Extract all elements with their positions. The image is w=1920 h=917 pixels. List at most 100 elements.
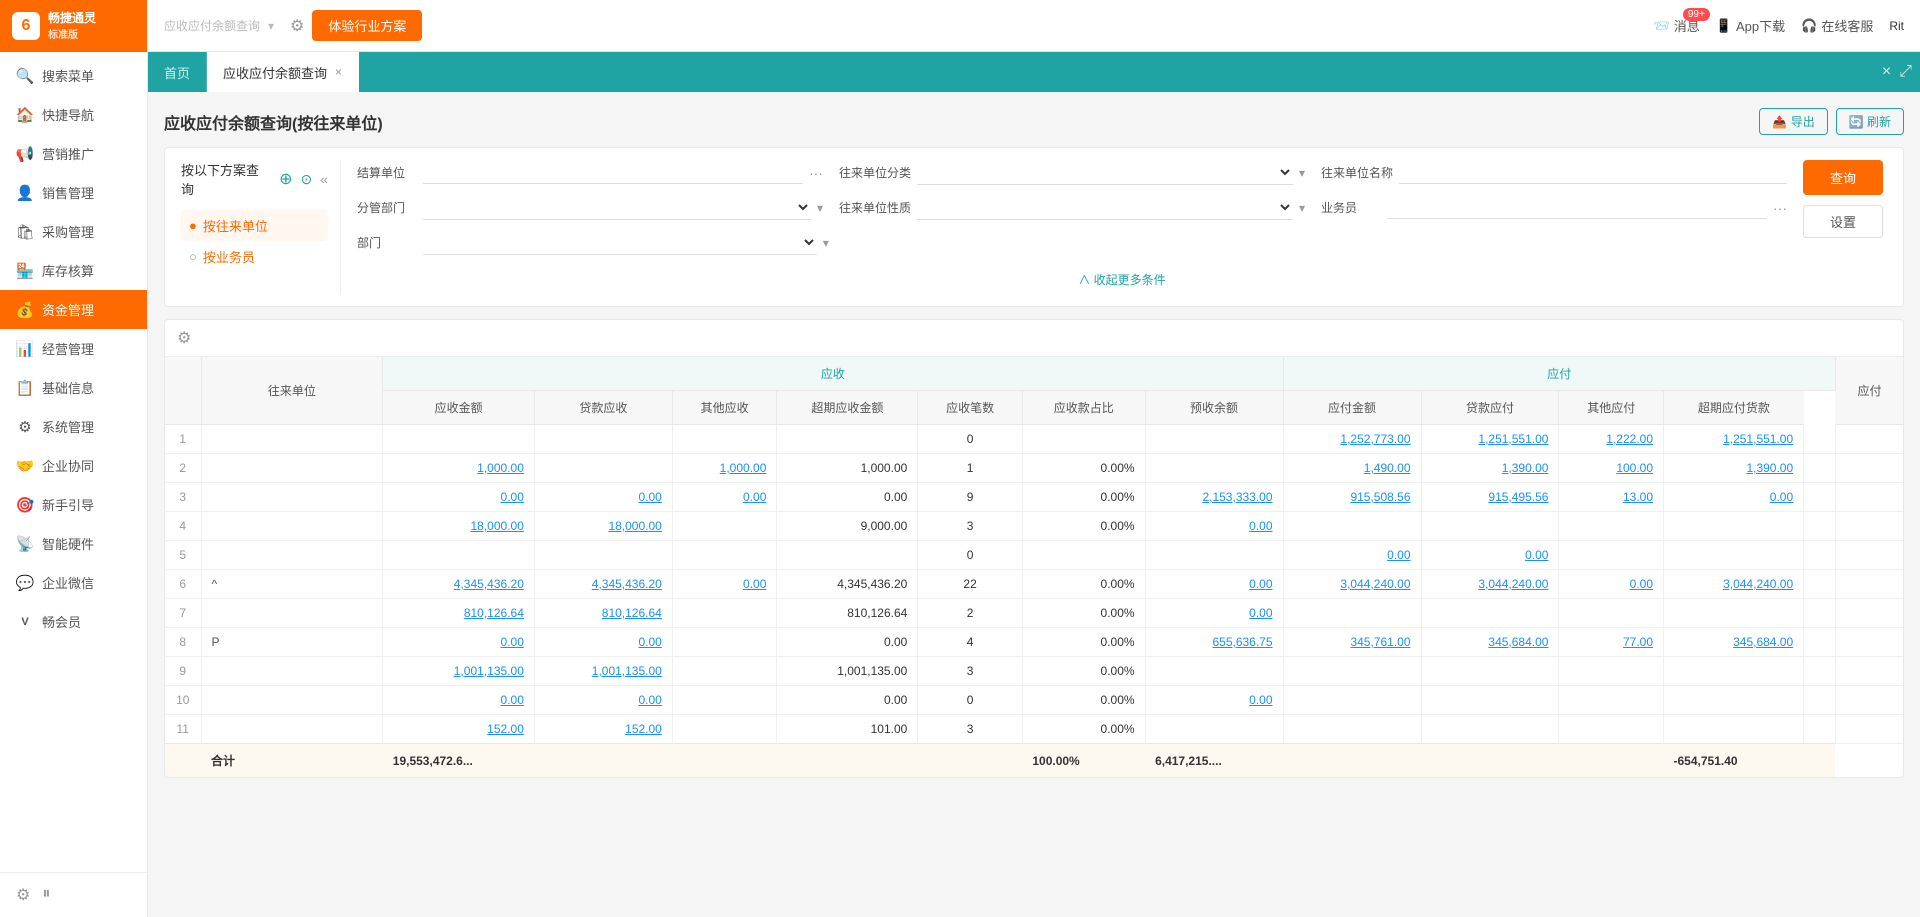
cell-pay-amount[interactable] bbox=[1283, 657, 1421, 686]
sidebar-item-sales[interactable]: 👤 销售管理 bbox=[0, 173, 147, 212]
tfoot-advance[interactable]: 6,417,215.... bbox=[1145, 744, 1283, 778]
cell-advance[interactable]: 0.00 bbox=[1145, 570, 1283, 599]
cell-loan-pay[interactable]: 3,044,240.00 bbox=[1421, 570, 1559, 599]
cell-recv-amount[interactable]: 4,345,436.20 bbox=[383, 570, 535, 599]
cell-pay-amount[interactable]: 1,490.00 bbox=[1283, 454, 1421, 483]
filter-collapse-icon[interactable]: « bbox=[320, 171, 328, 187]
cell-pay-amount[interactable] bbox=[1283, 599, 1421, 628]
cell-advance[interactable] bbox=[1145, 657, 1283, 686]
cell-loan-pay[interactable]: 345,684.00 bbox=[1421, 628, 1559, 657]
cell-advance[interactable]: 0.00 bbox=[1145, 686, 1283, 715]
cell-overdue-pay[interactable]: 1,251,551.00 bbox=[1664, 425, 1804, 454]
collapse-more-btn[interactable]: ∧ 收起更多条件 bbox=[357, 265, 1887, 294]
cell-pay-amount[interactable]: 915,508.56 bbox=[1283, 483, 1421, 512]
cell-other-recv[interactable] bbox=[672, 425, 777, 454]
cell-pay-amount[interactable] bbox=[1283, 512, 1421, 541]
filter-option-by-unit[interactable]: ● 按往来单位 bbox=[181, 210, 328, 241]
sidebar-item-purchase[interactable]: 🛍 采购管理 bbox=[0, 212, 147, 251]
trial-button[interactable]: 体验行业方案 bbox=[312, 10, 422, 41]
tab-home[interactable]: 首页 bbox=[148, 52, 207, 92]
cell-other-recv[interactable] bbox=[672, 715, 777, 744]
sidebar-item-wechat[interactable]: 💬 企业微信 bbox=[0, 563, 147, 602]
tfoot-recv-amount[interactable]: 19,553,472.6... bbox=[383, 744, 535, 778]
setup-button[interactable]: 设置 bbox=[1803, 205, 1883, 238]
cell-other-recv[interactable] bbox=[672, 599, 777, 628]
cell-loan-pay[interactable] bbox=[1421, 715, 1559, 744]
header-dropdown-icon[interactable]: ▾ bbox=[268, 19, 274, 33]
cell-recv-amount[interactable]: 0.00 bbox=[383, 686, 535, 715]
header-gear-icon[interactable]: ⚙ bbox=[290, 16, 304, 36]
app-download-button[interactable]: 📱 App下载 bbox=[1716, 16, 1785, 35]
cell-loan-pay[interactable] bbox=[1421, 512, 1559, 541]
cell-other-recv[interactable] bbox=[672, 686, 777, 715]
cell-other-pay[interactable] bbox=[1559, 599, 1664, 628]
cell-pay-amount[interactable] bbox=[1283, 715, 1421, 744]
settlement-input[interactable] bbox=[423, 161, 803, 184]
cell-other-pay[interactable]: 0.00 bbox=[1559, 570, 1664, 599]
cell-recv-amount[interactable] bbox=[383, 541, 535, 570]
cell-loan-recv[interactable] bbox=[534, 454, 672, 483]
cell-loan-pay[interactable] bbox=[1421, 599, 1559, 628]
sidebar-item-inventory[interactable]: 🏪 库存核算 bbox=[0, 251, 147, 290]
cell-pay-amount[interactable]: 3,044,240.00 bbox=[1283, 570, 1421, 599]
sidebar-item-cooperation[interactable]: 🤝 企业协同 bbox=[0, 446, 147, 485]
cell-recv-amount[interactable]: 152.00 bbox=[383, 715, 535, 744]
cell-overdue-pay[interactable] bbox=[1664, 686, 1804, 715]
cell-loan-recv[interactable]: 4,345,436.20 bbox=[534, 570, 672, 599]
cell-recv-amount[interactable]: 0.00 bbox=[383, 628, 535, 657]
unit-nature-select[interactable] bbox=[917, 195, 1293, 220]
cell-loan-pay[interactable]: 1,390.00 bbox=[1421, 454, 1559, 483]
sidebar-item-guide[interactable]: 🎯 新手引导 bbox=[0, 485, 147, 524]
cell-overdue-pay[interactable]: 1,390.00 bbox=[1664, 454, 1804, 483]
cell-other-pay[interactable]: 1,222.00 bbox=[1559, 425, 1664, 454]
cell-pay-amount[interactable] bbox=[1283, 686, 1421, 715]
unit-category-select[interactable] bbox=[917, 160, 1293, 185]
refresh-button[interactable]: 🔄 刷新 bbox=[1836, 108, 1904, 135]
sidebar-item-finance[interactable]: 💰 资金管理 bbox=[0, 290, 147, 329]
cell-recv-amount[interactable]: 0.00 bbox=[383, 483, 535, 512]
cell-loan-recv[interactable] bbox=[534, 541, 672, 570]
cell-other-recv[interactable] bbox=[672, 628, 777, 657]
cell-other-pay[interactable] bbox=[1559, 657, 1664, 686]
cell-advance[interactable] bbox=[1145, 541, 1283, 570]
cell-other-recv[interactable]: 1,000.00 bbox=[672, 454, 777, 483]
cell-advance[interactable]: 2,153,333.00 bbox=[1145, 483, 1283, 512]
cell-overdue-pay[interactable]: 3,044,240.00 bbox=[1664, 570, 1804, 599]
cell-loan-pay[interactable] bbox=[1421, 686, 1559, 715]
cell-other-recv[interactable] bbox=[672, 512, 777, 541]
tab-balance-query[interactable]: 应收应付余额查询 × bbox=[207, 52, 359, 92]
cell-recv-amount[interactable]: 810,126.64 bbox=[383, 599, 535, 628]
cell-overdue-pay[interactable] bbox=[1664, 541, 1804, 570]
cell-loan-pay[interactable]: 915,495.56 bbox=[1421, 483, 1559, 512]
filter-add-icon[interactable]: ⊕ bbox=[279, 169, 292, 189]
department-select[interactable] bbox=[423, 230, 817, 255]
cell-pay-amount[interactable]: 0.00 bbox=[1283, 541, 1421, 570]
salesperson-input[interactable] bbox=[1387, 196, 1767, 219]
cell-overdue-pay[interactable]: 0.00 bbox=[1664, 483, 1804, 512]
sidebar-item-quicknav[interactable]: 🏠 快捷导航 bbox=[0, 95, 147, 134]
sidebar-item-basic[interactable]: 📋 基础信息 bbox=[0, 368, 147, 407]
filter-option-by-staff[interactable]: ○ 按业务员 bbox=[181, 241, 328, 272]
cell-advance[interactable]: 655,636.75 bbox=[1145, 628, 1283, 657]
table-scroll-container[interactable]: 往来单位 应收 应付 应付 应收金额 贷款应收 其他应收 超期应收金额 应收笔数… bbox=[165, 357, 1903, 777]
notice-button[interactable]: 📨 消息 99+ bbox=[1654, 16, 1700, 35]
salesperson-dots-icon[interactable]: ··· bbox=[1773, 200, 1787, 216]
cell-other-recv[interactable]: 0.00 bbox=[672, 483, 777, 512]
online-service-button[interactable]: 🎧 在线客服 bbox=[1801, 16, 1873, 35]
cell-loan-recv[interactable]: 1,001,135.00 bbox=[534, 657, 672, 686]
cell-loan-recv[interactable]: 0.00 bbox=[534, 483, 672, 512]
cell-other-pay[interactable]: 100.00 bbox=[1559, 454, 1664, 483]
filter-schema-icon[interactable]: ⊙ bbox=[300, 171, 312, 188]
cell-advance[interactable]: 0.00 bbox=[1145, 512, 1283, 541]
sidebar-item-hardware[interactable]: 📡 智能硬件 bbox=[0, 524, 147, 563]
cell-loan-pay[interactable] bbox=[1421, 657, 1559, 686]
tab-close-all-icon[interactable]: × bbox=[1882, 63, 1891, 81]
cell-other-recv[interactable] bbox=[672, 541, 777, 570]
division-select[interactable] bbox=[423, 195, 811, 220]
cell-pay-amount[interactable]: 1,252,773.00 bbox=[1283, 425, 1421, 454]
cell-loan-recv[interactable]: 0.00 bbox=[534, 628, 672, 657]
cell-other-pay[interactable] bbox=[1559, 512, 1664, 541]
cell-loan-recv[interactable] bbox=[534, 425, 672, 454]
footer-settings-icon[interactable]: ⚙ bbox=[16, 885, 30, 905]
sidebar-item-member[interactable]: V 畅会员 bbox=[0, 602, 147, 641]
